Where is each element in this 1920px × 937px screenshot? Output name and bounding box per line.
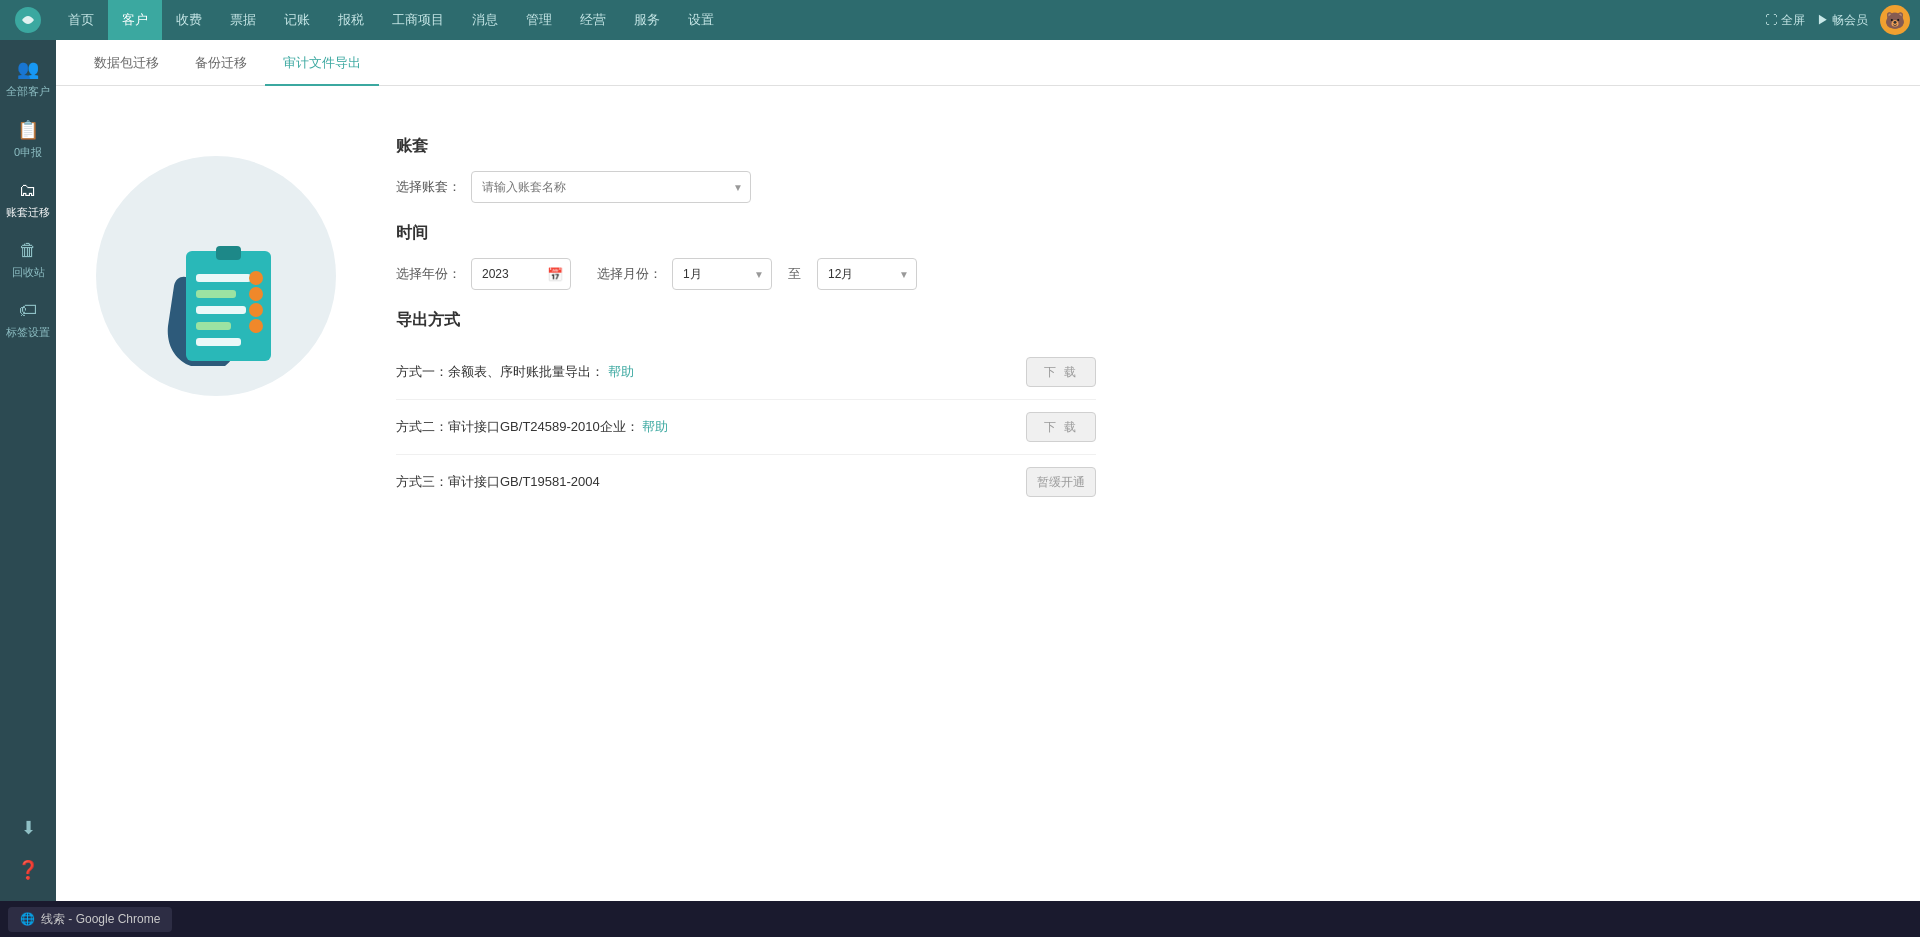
nav-business[interactable]: 工商项目 bbox=[378, 0, 458, 40]
migration-icon: 🗂 bbox=[19, 180, 37, 201]
tab-backup-migration[interactable]: 备份迁移 bbox=[177, 42, 265, 86]
export-section-title: 导出方式 bbox=[396, 310, 1096, 331]
nav-messages[interactable]: 消息 bbox=[458, 0, 512, 40]
nav-home[interactable]: 首页 bbox=[54, 0, 108, 40]
main-content: 数据包迁移 备份迁移 审计文件导出 bbox=[56, 40, 1920, 901]
sidebar-item-all-customers[interactable]: 👥 全部客户 bbox=[0, 48, 56, 109]
sidebar-item-recycle-label: 回收站 bbox=[12, 265, 45, 280]
tab-data-migration[interactable]: 数据包迁移 bbox=[76, 42, 177, 86]
method-3-unlock-btn[interactable]: 暂缓开通 bbox=[1026, 467, 1096, 497]
tabs-bar: 数据包迁移 备份迁移 审计文件导出 bbox=[56, 40, 1920, 86]
chrome-icon: 🌐 bbox=[20, 912, 35, 926]
export-method-3: 方式三：审计接口GB/T19581-2004 暂缓开通 bbox=[396, 455, 1096, 509]
sidebar-item-declaration[interactable]: 📋 0申报 bbox=[0, 109, 56, 170]
month-start-wrapper: 1月2月3月 4月5月6月 7月8月9月 10月11月12月 ▼ bbox=[672, 258, 772, 290]
method-1-download-btn[interactable]: 下 载 bbox=[1026, 357, 1096, 387]
method-3-label: 方式三：审计接口GB/T19581-2004 bbox=[396, 473, 600, 491]
illustration-circle bbox=[96, 156, 336, 396]
app-logo bbox=[10, 2, 46, 38]
account-label: 选择账套： bbox=[396, 178, 461, 196]
svg-rect-7 bbox=[196, 338, 241, 346]
svg-rect-3 bbox=[196, 274, 251, 282]
account-form-row: 选择账套： ▼ bbox=[396, 171, 1096, 203]
month-end-select[interactable]: 1月2月3月 4月5月6月 7月8月9月 10月11月12月 bbox=[817, 258, 917, 290]
year-input[interactable] bbox=[471, 258, 571, 290]
taskbar: 🌐 线索 - Google Chrome bbox=[0, 901, 1920, 937]
svg-point-10 bbox=[249, 303, 263, 317]
nav-customers[interactable]: 客户 bbox=[108, 0, 162, 40]
sidebar-item-declaration-label: 0申报 bbox=[14, 145, 42, 160]
top-navigation: 首页 客户 收费 票据 记账 报税 工商项目 消息 管理 经营 服务 设置 ⛶ … bbox=[0, 0, 1920, 40]
svg-rect-4 bbox=[196, 290, 236, 298]
svg-point-11 bbox=[249, 319, 263, 333]
svg-point-8 bbox=[249, 271, 263, 285]
sidebar-item-migration-label: 账套迁移 bbox=[6, 205, 50, 220]
help-icon: ❓ bbox=[17, 859, 39, 881]
tag-icon: 🏷 bbox=[19, 300, 37, 321]
method-2-label: 方式二：审计接口GB/T24589-2010企业： 帮助 bbox=[396, 418, 668, 436]
sidebar-item-tag-label: 标签设置 bbox=[6, 325, 50, 340]
recycle-icon: 🗑 bbox=[19, 240, 37, 261]
taskbar-chrome-label: 线索 - Google Chrome bbox=[41, 911, 160, 928]
month-end-wrapper: 1月2月3月 4月5月6月 7月8月9月 10月11月12月 ▼ bbox=[817, 258, 917, 290]
vip-btn[interactable]: ▶ 畅会员 bbox=[1817, 12, 1868, 29]
year-label: 选择年份： bbox=[396, 265, 461, 283]
sidebar-item-all-customers-label: 全部客户 bbox=[6, 84, 50, 99]
nav-service[interactable]: 服务 bbox=[620, 0, 674, 40]
nav-management[interactable]: 管理 bbox=[512, 0, 566, 40]
tab-audit-export[interactable]: 审计文件导出 bbox=[265, 42, 379, 86]
user-avatar[interactable]: 🐻 bbox=[1880, 5, 1910, 35]
nav-accounting[interactable]: 记账 bbox=[270, 0, 324, 40]
svg-rect-2 bbox=[216, 246, 241, 260]
nav-invoices[interactable]: 票据 bbox=[216, 0, 270, 40]
year-input-wrapper: 📅 bbox=[471, 258, 571, 290]
declaration-icon: 📋 bbox=[17, 119, 39, 141]
top-nav-right: ⛶ 全屏 ▶ 畅会员 🐻 bbox=[1765, 5, 1910, 35]
form-section: 账套 选择账套： ▼ 时间 选择年份： 📅 bbox=[396, 116, 1096, 871]
time-section-title: 时间 bbox=[396, 223, 1096, 244]
method-1-label: 方式一：余额表、序时账批量导出： 帮助 bbox=[396, 363, 634, 381]
sidebar-help[interactable]: ❓ bbox=[0, 849, 56, 891]
svg-rect-6 bbox=[196, 322, 231, 330]
illustration-section bbox=[96, 116, 336, 871]
nav-fees[interactable]: 收费 bbox=[162, 0, 216, 40]
method-1-help-link[interactable]: 帮助 bbox=[608, 364, 634, 379]
sidebar-item-recycle[interactable]: 🗑 回收站 bbox=[0, 230, 56, 290]
account-select-wrapper: ▼ bbox=[471, 171, 751, 203]
month-start-select[interactable]: 1月2月3月 4月5月6月 7月8月9月 10月11月12月 bbox=[672, 258, 772, 290]
nav-operation[interactable]: 经营 bbox=[566, 0, 620, 40]
fullscreen-btn[interactable]: ⛶ 全屏 bbox=[1765, 12, 1804, 29]
svg-point-9 bbox=[249, 287, 263, 301]
export-method-2: 方式二：审计接口GB/T24589-2010企业： 帮助 下 载 bbox=[396, 400, 1096, 455]
nav-tax[interactable]: 报税 bbox=[324, 0, 378, 40]
download-icon: ⬇ bbox=[21, 817, 36, 839]
sidebar: 👥 全部客户 📋 0申报 🗂 账套迁移 🗑 回收站 🏷 标签设置 ⬇ ❓ bbox=[0, 40, 56, 901]
nav-items: 首页 客户 收费 票据 记账 报税 工商项目 消息 管理 经营 服务 设置 bbox=[54, 0, 1765, 40]
taskbar-chrome[interactable]: 🌐 线索 - Google Chrome bbox=[8, 907, 172, 932]
export-method-1: 方式一：余额表、序时账批量导出： 帮助 下 载 bbox=[396, 345, 1096, 400]
content-area: 账套 选择账套： ▼ 时间 选择年份： 📅 bbox=[56, 86, 1920, 901]
customers-icon: 👥 bbox=[17, 58, 39, 80]
sidebar-bottom: ⬇ ❓ bbox=[0, 807, 56, 901]
sidebar-download[interactable]: ⬇ bbox=[0, 807, 56, 849]
account-input[interactable] bbox=[471, 171, 751, 203]
nav-settings[interactable]: 设置 bbox=[674, 0, 728, 40]
to-separator: 至 bbox=[782, 265, 807, 283]
method-2-download-btn[interactable]: 下 载 bbox=[1026, 412, 1096, 442]
sidebar-item-migration[interactable]: 🗂 账套迁移 bbox=[0, 170, 56, 230]
app-body: 👥 全部客户 📋 0申报 🗂 账套迁移 🗑 回收站 🏷 标签设置 ⬇ ❓ bbox=[0, 40, 1920, 901]
sidebar-item-tag-settings[interactable]: 🏷 标签设置 bbox=[0, 290, 56, 350]
month-label: 选择月份： bbox=[597, 265, 662, 283]
time-form-row: 选择年份： 📅 选择月份： 1月2月3月 4月5月6月 7月8月9月 10月11… bbox=[396, 258, 1096, 290]
svg-rect-5 bbox=[196, 306, 246, 314]
method-2-help-link[interactable]: 帮助 bbox=[642, 419, 668, 434]
account-section-title: 账套 bbox=[396, 136, 1096, 157]
